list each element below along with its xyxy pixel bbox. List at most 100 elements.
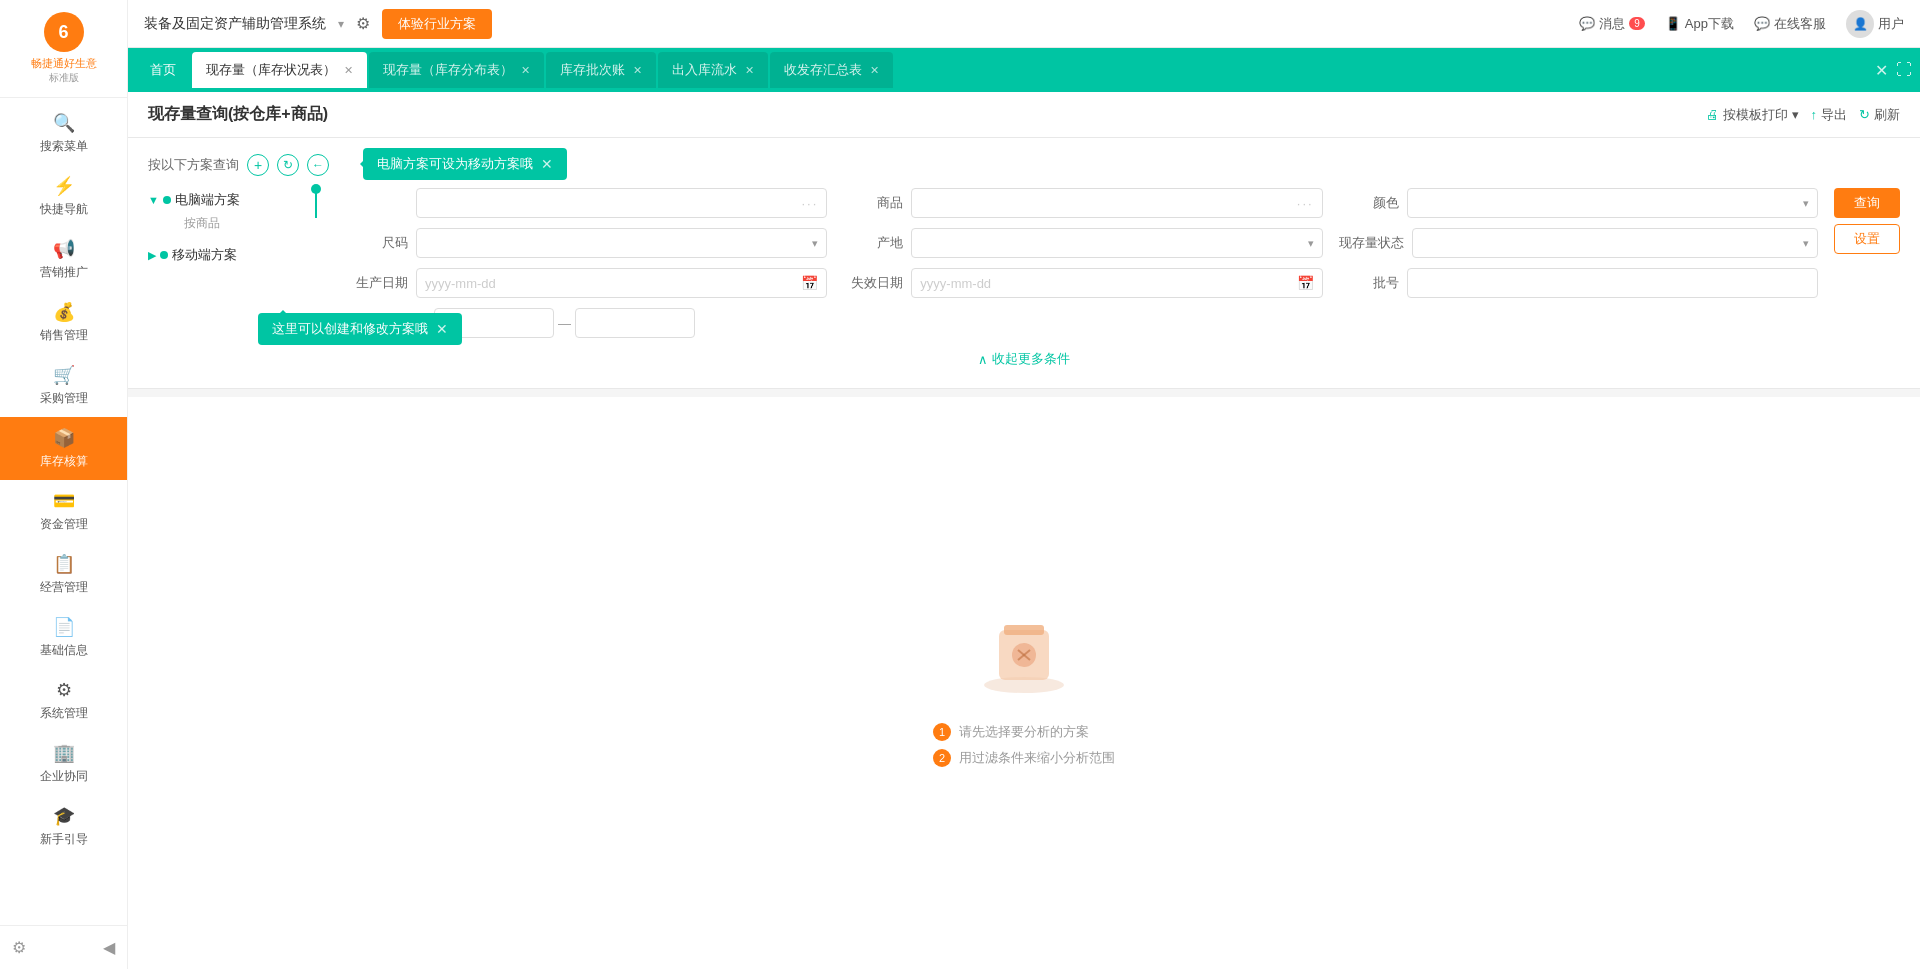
sidebar-item-search[interactable]: 🔍 搜索菜单	[0, 102, 127, 165]
sidebar-item-sales[interactable]: 💰 销售管理	[0, 291, 127, 354]
app-icon: 📱	[1665, 16, 1681, 31]
experience-button[interactable]: 体验行业方案	[382, 9, 492, 39]
message-icon: 💬	[1579, 16, 1595, 31]
tab-close-icon[interactable]: ✕	[745, 64, 754, 77]
field-stock-status-arrow: ▾	[1803, 237, 1809, 250]
popover-mobile-close[interactable]: ✕	[541, 156, 553, 172]
export-btn[interactable]: ↑ 导出	[1811, 106, 1848, 124]
field-expire-date: 失效日期 yyyy-mm-dd 📅	[843, 268, 1322, 298]
field-origin-select[interactable]: ▾	[911, 228, 1322, 258]
field-size-select[interactable]: ▾	[416, 228, 827, 258]
export-icon: ↑	[1811, 107, 1818, 122]
user-item[interactable]: 👤 用户	[1846, 10, 1904, 38]
sidebar-item-enterprise[interactable]: 🏢 企业协同	[0, 732, 127, 795]
logo-text: 畅捷通好生意	[31, 56, 97, 71]
field-stock-status: 现存量状态 ▾	[1339, 228, 1818, 258]
field-size: 尺码 ▾	[348, 228, 827, 258]
sidebar-item-label: 销售管理	[40, 327, 88, 344]
tab-close-icon[interactable]: ✕	[344, 64, 353, 77]
app-download-item[interactable]: 📱 App下载	[1665, 15, 1734, 33]
sidebar-item-purchase[interactable]: 🛒 采购管理	[0, 354, 127, 417]
refresh-label: 刷新	[1874, 106, 1900, 124]
scheme-toggle-icon[interactable]: ▼	[148, 194, 159, 206]
system-dropdown-icon[interactable]: ▾	[338, 17, 344, 31]
filter-fields: ··· 商品 ··· 颜色	[348, 188, 1818, 342]
header-settings-btn[interactable]: ⚙	[356, 14, 370, 33]
tab-close-icon[interactable]: ✕	[633, 64, 642, 77]
field-warehouse-input[interactable]: ···	[416, 188, 827, 218]
field-produce-date-label: 生产日期	[348, 274, 408, 292]
support-label: 在线客服	[1774, 15, 1826, 33]
field-warehouse-dots[interactable]: ···	[801, 196, 818, 211]
sidebar-item-marketing[interactable]: 📢 营销推广	[0, 228, 127, 291]
scheme-node-child1[interactable]: 按商品	[180, 212, 348, 235]
filter-add-btn[interactable]: +	[247, 154, 269, 176]
tab-close-icon[interactable]: ✕	[870, 64, 879, 77]
tab-inventory-status[interactable]: 现存量（库存状况表） ✕	[192, 52, 367, 88]
scheme-toggle-mobile-icon[interactable]: ▶	[148, 249, 156, 262]
sidebar-item-finance[interactable]: 💳 资金管理	[0, 480, 127, 543]
tab-close-all-icon[interactable]: ✕	[1875, 61, 1888, 80]
support-item[interactable]: 💬 在线客服	[1754, 15, 1826, 33]
template-print-btn[interactable]: 🖨 按模板打印 ▾	[1706, 106, 1799, 124]
sidebar-item-inventory[interactable]: 📦 库存核算	[0, 417, 127, 480]
tab-inventory-dist[interactable]: 现存量（库存分布表） ✕	[369, 52, 544, 88]
tab-close-icon[interactable]: ✕	[521, 64, 530, 77]
template-print-label: 按模板打印	[1723, 106, 1788, 124]
collapse-button[interactable]: ∧ 收起更多条件	[978, 350, 1070, 368]
filter-row-4: 现存量（主） —	[348, 308, 1818, 338]
guide-icon: 🎓	[53, 805, 75, 827]
tip-1-text: 请先选择要分析的方案	[959, 723, 1089, 741]
expire-date-placeholder: yyyy-mm-dd	[920, 276, 991, 291]
tab-inout-flow[interactable]: 出入库流水 ✕	[658, 52, 768, 88]
empty-svg	[964, 600, 1084, 700]
sidebar-item-label: 企业协同	[40, 768, 88, 785]
tab-collect-summary[interactable]: 收发存汇总表 ✕	[770, 52, 893, 88]
tab-bar: 首页 现存量（库存状况表） ✕ 现存量（库存分布表） ✕ 库存批次账 ✕ 出入库…	[128, 48, 1920, 92]
filter-refresh-btn[interactable]: ↻	[277, 154, 299, 176]
scheme-mobile-label: 移动端方案	[172, 246, 237, 264]
tab-inventory-status-label: 现存量（库存状况表）	[206, 61, 336, 79]
tab-batch-ledger[interactable]: 库存批次账 ✕	[546, 52, 656, 88]
field-goods-input[interactable]: ···	[911, 188, 1322, 218]
field-color-select[interactable]: ▾	[1407, 188, 1818, 218]
sidebar-logo: 6 畅捷通好生意 标准版	[0, 0, 127, 98]
popover-mobile-scheme: 电脑方案可设为移动方案哦 ✕	[363, 148, 567, 180]
tab-home[interactable]: 首页	[136, 52, 190, 88]
sidebar-item-basic[interactable]: 📄 基础信息	[0, 606, 127, 669]
sidebar-item-operations[interactable]: 📋 经营管理	[0, 543, 127, 606]
field-expire-date-input[interactable]: yyyy-mm-dd 📅	[911, 268, 1322, 298]
tip-2-text: 用过滤条件来缩小分析范围	[959, 749, 1115, 767]
purchase-icon: 🛒	[53, 364, 75, 386]
footer-settings-btn[interactable]: ⚙	[12, 938, 26, 957]
field-goods: 商品 ···	[843, 188, 1322, 218]
sales-icon: 💰	[53, 301, 75, 323]
tab-inout-flow-label: 出入库流水	[672, 61, 737, 79]
page-content: 现存量查询(按仓库+商品) 🖨 按模板打印 ▾ ↑ 导出 ↻ 刷新	[128, 92, 1920, 969]
user-label: 用户	[1878, 15, 1904, 33]
filter-back-btn[interactable]: ←	[307, 154, 329, 176]
field-produce-date: 生产日期 yyyy-mm-dd 📅	[348, 268, 827, 298]
support-icon: 💬	[1754, 16, 1770, 31]
field-origin-arrow: ▾	[1308, 237, 1314, 250]
field-produce-date-input[interactable]: yyyy-mm-dd 📅	[416, 268, 827, 298]
tip-1-num: 1	[933, 723, 951, 741]
sidebar-item-guide[interactable]: 🎓 新手引导	[0, 795, 127, 858]
field-stock-status-select[interactable]: ▾	[1412, 228, 1818, 258]
sidebar-item-label: 库存核算	[40, 453, 88, 470]
popover-create-close[interactable]: ✕	[436, 321, 448, 337]
refresh-btn[interactable]: ↻ 刷新	[1859, 106, 1900, 124]
search-button[interactable]: 查询	[1834, 188, 1900, 218]
footer-collapse-btn[interactable]: ◀	[103, 938, 115, 957]
field-goods-dots[interactable]: ···	[1297, 196, 1314, 211]
sidebar-nav: 🔍 搜索菜单 ⚡ 快捷导航 📢 营销推广 💰 销售管理 🛒 采购管理 📦 库存核…	[0, 98, 127, 925]
sidebar-item-system[interactable]: ⚙ 系统管理	[0, 669, 127, 732]
reset-button[interactable]: 设置	[1834, 224, 1900, 254]
tab-expand-icon[interactable]: ⛶	[1896, 61, 1912, 79]
sidebar-item-quick[interactable]: ⚡ 快捷导航	[0, 165, 127, 228]
field-batch-input[interactable]	[1407, 268, 1818, 298]
message-item[interactable]: 💬 消息 9	[1579, 15, 1645, 33]
field-stock-qty-max[interactable]	[575, 308, 695, 338]
tab-collect-summary-label: 收发存汇总表	[784, 61, 862, 79]
field-batch: 批号	[1339, 268, 1818, 298]
